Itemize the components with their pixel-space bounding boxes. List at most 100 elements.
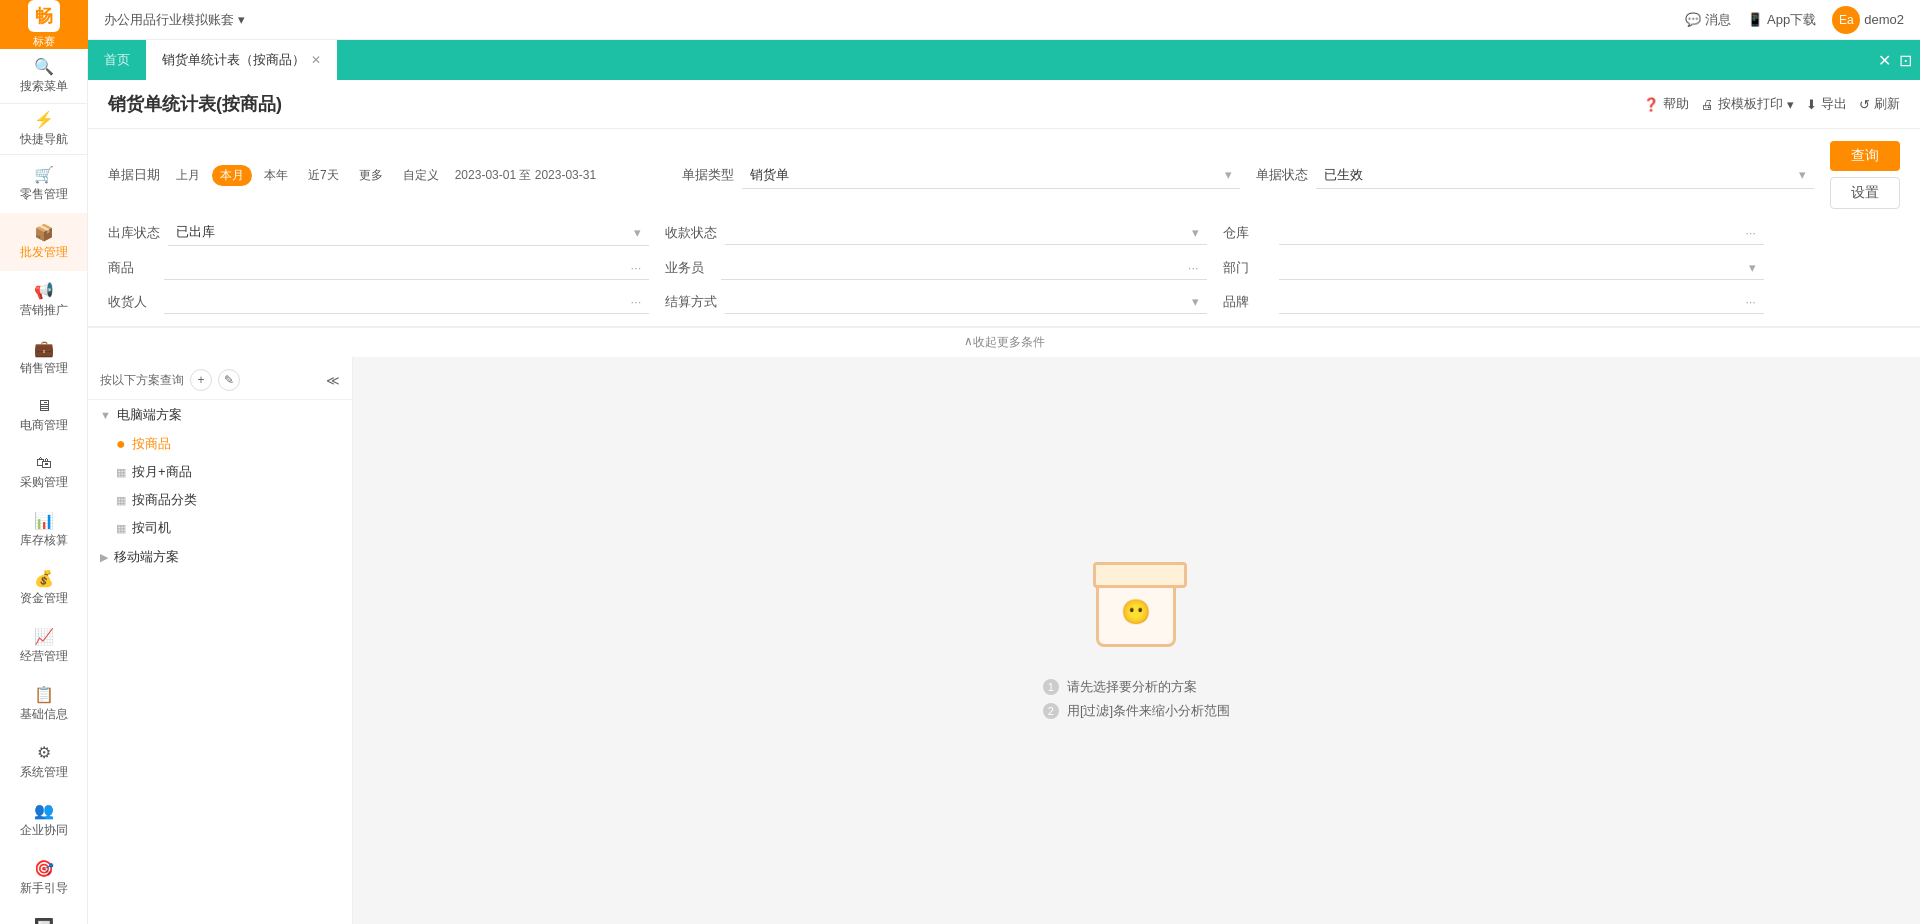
action-buttons: 查询 设置 bbox=[1830, 141, 1900, 209]
sidebar-item-collab[interactable]: 👥 企业协同 bbox=[0, 791, 87, 849]
help-btn[interactable]: ❓ 帮助 bbox=[1643, 95, 1689, 113]
tab-close-icon[interactable]: ✕ bbox=[311, 53, 321, 67]
account-dropdown[interactable]: 办公用品行业模拟账套 ▾ bbox=[104, 11, 245, 29]
date-tab-7days[interactable]: 近7天 bbox=[300, 165, 347, 186]
export-label: 导出 bbox=[1821, 95, 1847, 113]
staff-input[interactable]: ··· bbox=[721, 256, 1206, 280]
export-btn[interactable]: ⬇ 导出 bbox=[1806, 95, 1847, 113]
empty-tip-2-text: 用[过滤]条件来缩小分析范围 bbox=[1067, 702, 1230, 720]
warehouse-input[interactable]: ··· bbox=[1279, 221, 1764, 245]
left-panel: 按以下方案查询 + ✎ ≪ ▼ 电脑端方案 bbox=[88, 357, 353, 924]
payment-method-arrow-icon: ▾ bbox=[1192, 294, 1199, 309]
collapse-label: 收起更多条件 bbox=[973, 334, 1045, 351]
sidebar-item-basic-label: 基础信息 bbox=[20, 706, 68, 723]
help-icon: ❓ bbox=[1643, 97, 1659, 112]
date-tab-this-month[interactable]: 本月 bbox=[212, 165, 252, 186]
doc-type-input[interactable]: 销货单 ▾ bbox=[742, 162, 1240, 189]
tabbar-controls: ✕ ⊡ bbox=[1870, 40, 1920, 80]
edit-scheme-btn[interactable]: ✎ bbox=[218, 369, 240, 391]
search-icon: 🔍 bbox=[34, 57, 54, 76]
empty-tips: 1 请先选择要分析的方案 2 用[过滤]条件来缩小分析范围 bbox=[1043, 678, 1230, 720]
message-icon: 💬 bbox=[1685, 12, 1701, 27]
print-label: 按模板打印 bbox=[1718, 95, 1783, 113]
finance-icon: 💰 bbox=[34, 569, 54, 588]
expand-icon: ▼ bbox=[100, 409, 111, 421]
filter-warehouse: 仓库 ··· bbox=[1223, 221, 1764, 245]
goods-input[interactable]: ··· bbox=[164, 256, 649, 280]
brand-input[interactable]: ··· bbox=[1279, 290, 1764, 314]
tree-child-by-category[interactable]: ▦ 按商品分类 bbox=[116, 486, 352, 514]
refresh-btn[interactable]: ↺ 刷新 bbox=[1859, 95, 1900, 113]
sidebar-nav[interactable]: ⚡ 快捷导航 bbox=[0, 104, 87, 155]
app-download-btn[interactable]: 📱 App下载 bbox=[1747, 11, 1816, 29]
sidebar-item-basic[interactable]: 📋 基础信息 bbox=[0, 675, 87, 733]
sidebar-item-guide[interactable]: 🎯 新手引导 bbox=[0, 849, 87, 907]
settings-button[interactable]: 设置 bbox=[1830, 177, 1900, 209]
sidebar-item-purchase[interactable]: 🛍 采购管理 bbox=[0, 444, 87, 501]
sidebar-item-retail-label: 零售管理 bbox=[20, 186, 68, 203]
sidebar-item-apps[interactable]: 🔲 应用中心 bbox=[0, 907, 87, 924]
doc-status-input[interactable]: 已生效 ▾ bbox=[1316, 162, 1814, 189]
receiver-input[interactable]: ··· bbox=[164, 290, 649, 314]
tree-item-pc[interactable]: ▼ 电脑端方案 bbox=[88, 400, 352, 430]
sidebar-item-wholesale-label: 批发管理 bbox=[20, 244, 68, 261]
empty-tip-1-text: 请先选择要分析的方案 bbox=[1067, 678, 1197, 696]
dept-input[interactable]: ▾ bbox=[1279, 256, 1764, 280]
sidebar-item-finance[interactable]: 💰 资金管理 bbox=[0, 559, 87, 617]
sidebar-item-operations[interactable]: 📈 经营管理 bbox=[0, 617, 87, 675]
out-status-input[interactable]: 已出库 ▾ bbox=[168, 219, 649, 246]
payment-status-input[interactable]: ▾ bbox=[725, 221, 1206, 245]
tab-home[interactable]: 首页 bbox=[88, 40, 146, 80]
tree-child-by-goods[interactable]: ● 按商品 bbox=[116, 430, 352, 458]
sidebar-item-operations-label: 经营管理 bbox=[20, 648, 68, 665]
tree-child-by-driver[interactable]: ▦ 按司机 bbox=[116, 514, 352, 542]
collapse-panel-icon: ≪ bbox=[326, 373, 340, 388]
payment-method-input[interactable]: ▾ bbox=[725, 290, 1206, 314]
date-tab-this-year[interactable]: 本年 bbox=[256, 165, 296, 186]
filter-dept: 部门 ▾ bbox=[1223, 256, 1764, 280]
out-status-arrow-icon: ▾ bbox=[634, 225, 641, 240]
topbar-right: 💬 消息 📱 App下载 Ea demo2 bbox=[1685, 6, 1904, 34]
sidebar-item-collab-label: 企业协同 bbox=[20, 822, 68, 839]
expand-icon[interactable]: ⊡ bbox=[1899, 51, 1912, 70]
collapse-row[interactable]: ∧ 收起更多条件 bbox=[88, 327, 1920, 357]
grid-icon-1: ▦ bbox=[116, 466, 126, 479]
export-icon: ⬇ bbox=[1806, 97, 1817, 112]
query-button[interactable]: 查询 bbox=[1830, 141, 1900, 171]
tab-sales-stats[interactable]: 销货单统计表（按商品） ✕ bbox=[146, 40, 337, 80]
close-all-icon[interactable]: ✕ bbox=[1878, 51, 1891, 70]
sidebar-item-retail[interactable]: 🛒 零售管理 bbox=[0, 155, 87, 213]
date-tab-last-month[interactable]: 上月 bbox=[168, 165, 208, 186]
tip-num-2: 2 bbox=[1043, 703, 1059, 719]
sidebar-search[interactable]: 🔍 搜索菜单 bbox=[0, 49, 87, 104]
sidebar-item-system[interactable]: ⚙ 系统管理 bbox=[0, 733, 87, 791]
filter-row-4: 收货人 ··· 结算方式 ▾ 品牌 bbox=[108, 290, 1900, 314]
tree-child-by-month-goods[interactable]: ▦ 按月+商品 bbox=[116, 458, 352, 486]
filter-out-status: 出库状态 已出库 ▾ bbox=[108, 219, 649, 246]
sidebar-item-ecommerce[interactable]: 🖥 电商管理 bbox=[0, 387, 87, 444]
purchase-icon: 🛍 bbox=[36, 454, 52, 472]
message-btn[interactable]: 💬 消息 bbox=[1685, 11, 1731, 29]
date-tab-custom[interactable]: 自定义 bbox=[395, 165, 447, 186]
sidebar-item-marketing[interactable]: 📢 营销推广 bbox=[0, 271, 87, 329]
main-area: 办公用品行业模拟账套 ▾ 💬 消息 📱 App下载 Ea demo2 首页 bbox=[88, 0, 1920, 924]
filter-row-2: 出库状态 已出库 ▾ 收款状态 ▾ 仓库 bbox=[108, 219, 1900, 246]
doc-status-value: 已生效 bbox=[1324, 166, 1363, 184]
sidebar-item-inventory[interactable]: 📊 库存核算 bbox=[0, 501, 87, 559]
tree-item-mobile[interactable]: ▶ 移动端方案 bbox=[88, 542, 352, 572]
filter-payment-status: 收款状态 ▾ bbox=[665, 221, 1206, 245]
user-name: demo2 bbox=[1864, 12, 1904, 27]
sidebar-item-sales[interactable]: 💼 销售管理 bbox=[0, 329, 87, 387]
collapse-panel-btn[interactable]: ≪ bbox=[326, 373, 340, 388]
date-tab-more[interactable]: 更多 bbox=[351, 165, 391, 186]
user-profile[interactable]: Ea demo2 bbox=[1832, 6, 1904, 34]
sidebar-item-wholesale[interactable]: 📦 批发管理 bbox=[0, 213, 87, 271]
filter-goods: 商品 ··· bbox=[108, 256, 649, 280]
dept-arrow-icon: ▾ bbox=[1749, 260, 1756, 275]
add-scheme-btn[interactable]: + bbox=[190, 369, 212, 391]
plus-icon: + bbox=[197, 373, 204, 387]
panel-toolbar: 按以下方案查询 + ✎ ≪ bbox=[88, 365, 352, 400]
filter-doc-status: 单据状态 已生效 ▾ bbox=[1256, 162, 1814, 189]
print-btn[interactable]: 🖨 按模板打印 ▾ bbox=[1701, 95, 1794, 113]
app-download-label: App下载 bbox=[1767, 11, 1816, 29]
